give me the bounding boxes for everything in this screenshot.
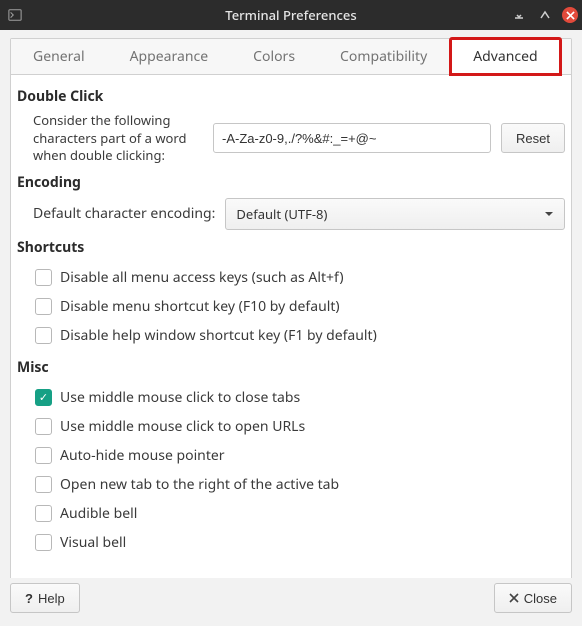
tab-panel-advanced: Double Click Consider the following char…: [11, 75, 571, 578]
misc-row[interactable]: ✓ Use middle mouse click to close tabs: [35, 383, 565, 412]
app-icon: [8, 8, 22, 22]
encoding-select[interactable]: Default (UTF-8): [225, 198, 565, 230]
help-label: Help: [38, 591, 65, 606]
encoding-label: Default character encoding:: [33, 204, 215, 223]
minimize-button[interactable]: [510, 6, 528, 24]
misc-checkbox[interactable]: [35, 505, 52, 522]
tab-strip: General Appearance Colors Compatibility …: [11, 39, 571, 75]
section-encoding: Encoding: [17, 173, 565, 192]
encoding-row: Default character encoding: Default (UTF…: [33, 198, 565, 230]
dialog-footer: ? Help Close: [0, 578, 582, 618]
misc-checkbox[interactable]: [35, 534, 52, 551]
window-controls: [510, 0, 578, 30]
content-area: General Appearance Colors Compatibility …: [0, 30, 582, 578]
misc-label: Use middle mouse click to close tabs: [60, 388, 300, 407]
misc-label: Use middle mouse click to open URLs: [60, 417, 305, 436]
reset-button[interactable]: Reset: [501, 123, 565, 153]
shortcut-label: Disable all menu access keys (such as Al…: [60, 268, 344, 287]
misc-label: Auto-hide mouse pointer: [60, 446, 225, 465]
shortcuts-list: Disable all menu access keys (such as Al…: [17, 263, 565, 350]
maximize-button[interactable]: [536, 6, 554, 24]
close-icon: [509, 591, 519, 606]
titlebar: Terminal Preferences: [0, 0, 582, 30]
word-chars-label: Consider the following characters part o…: [33, 112, 203, 165]
misc-checkbox[interactable]: [35, 476, 52, 493]
help-button[interactable]: ? Help: [10, 583, 80, 613]
misc-checkbox[interactable]: [35, 447, 52, 464]
tab-colors[interactable]: Colors: [231, 39, 318, 74]
misc-row[interactable]: Visual bell: [35, 528, 565, 557]
shortcut-checkbox[interactable]: [35, 298, 52, 315]
shortcut-row[interactable]: Disable help window shortcut key (F1 by …: [35, 321, 565, 350]
shortcut-label: Disable menu shortcut key (F10 by defaul…: [60, 297, 340, 316]
misc-checkbox[interactable]: [35, 418, 52, 435]
misc-label: Open new tab to the right of the active …: [60, 475, 339, 494]
close-label: Close: [524, 591, 557, 606]
tab-general[interactable]: General: [11, 39, 108, 74]
tabs-container: General Appearance Colors Compatibility …: [10, 38, 572, 578]
shortcut-checkbox[interactable]: [35, 269, 52, 286]
section-shortcuts: Shortcuts: [17, 238, 565, 257]
tab-advanced[interactable]: Advanced: [450, 38, 560, 75]
misc-checkbox[interactable]: ✓: [35, 389, 52, 406]
misc-label: Visual bell: [60, 533, 126, 552]
shortcut-label: Disable help window shortcut key (F1 by …: [60, 326, 377, 345]
window-title: Terminal Preferences: [0, 6, 582, 24]
chevron-down-icon: [544, 205, 554, 223]
help-icon: ?: [25, 591, 33, 606]
misc-row[interactable]: Use middle mouse click to open URLs: [35, 412, 565, 441]
close-window-button[interactable]: [562, 7, 578, 23]
shortcut-checkbox[interactable]: [35, 327, 52, 344]
word-chars-input[interactable]: [213, 123, 491, 153]
section-double-click: Double Click: [17, 87, 565, 106]
word-chars-row: Consider the following characters part o…: [33, 112, 565, 165]
shortcut-row[interactable]: Disable all menu access keys (such as Al…: [35, 263, 565, 292]
tab-compatibility[interactable]: Compatibility: [318, 39, 450, 74]
shortcut-row[interactable]: Disable menu shortcut key (F10 by defaul…: [35, 292, 565, 321]
section-misc: Misc: [17, 358, 565, 377]
tab-appearance[interactable]: Appearance: [108, 39, 232, 74]
misc-row[interactable]: Audible bell: [35, 499, 565, 528]
encoding-value: Default (UTF-8): [236, 205, 327, 223]
misc-row[interactable]: Auto-hide mouse pointer: [35, 441, 565, 470]
misc-label: Audible bell: [60, 504, 137, 523]
close-button[interactable]: Close: [494, 583, 572, 613]
misc-list: ✓ Use middle mouse click to close tabs Use…: [17, 383, 565, 557]
misc-row[interactable]: Open new tab to the right of the active …: [35, 470, 565, 499]
